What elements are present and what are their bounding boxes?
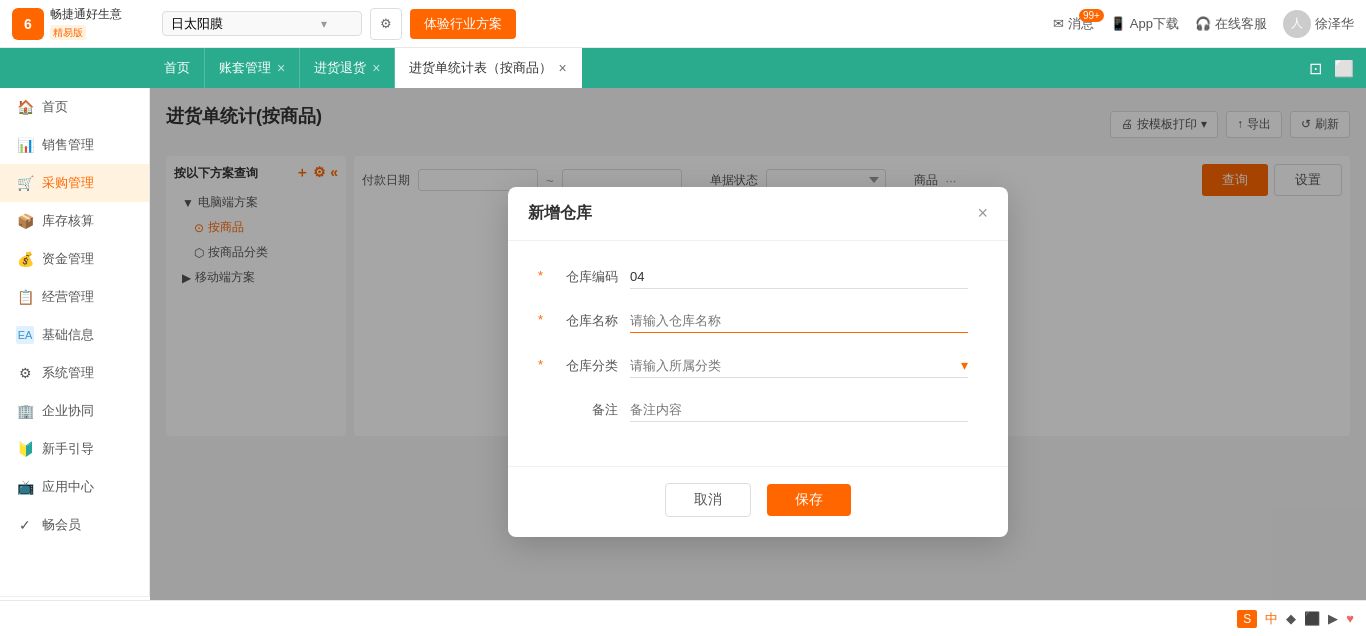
category-select-wrap: ▾	[630, 353, 968, 378]
phone-icon: 📱	[1110, 16, 1126, 31]
tab-accounts-close[interactable]: ×	[277, 60, 285, 76]
sidebar-item-basic[interactable]: EA 基础信息	[0, 316, 149, 354]
sidebar-item-sales[interactable]: 📊 销售管理	[0, 126, 149, 164]
app-download-btn[interactable]: 📱 App下载	[1110, 15, 1179, 33]
inventory-icon: 📦	[16, 212, 34, 230]
bottom-bar: S 中 ◆ ⬛ ▶ ♥	[0, 600, 1366, 636]
avatar: 人	[1283, 10, 1311, 38]
purchase-icon: 🛒	[16, 174, 34, 192]
form-row-category: 仓库分类 ▾	[548, 353, 968, 378]
bottom-icon-1[interactable]: 中	[1265, 610, 1278, 628]
category-label: 仓库分类	[548, 357, 618, 375]
note-input[interactable]	[630, 398, 968, 422]
bottom-icons: S 中 ◆ ⬛ ▶ ♥	[1237, 610, 1354, 628]
top-header: 6 畅捷通好生意 精易版 ▾ ⚙ 体验行业方案 ✉ 消息 99+ 📱 App下载…	[0, 0, 1366, 48]
content-area: 进货单统计(按商品) 🖨 按模板打印 ▾ ↑ 导出 ↺ 刷新	[150, 88, 1366, 636]
sidebar-item-purchase[interactable]: 🛒 采购管理	[0, 164, 149, 202]
online-service-btn[interactable]: 🎧 在线客服	[1195, 15, 1267, 33]
tab-purchase-return-close[interactable]: ×	[372, 60, 380, 76]
modal-footer: 取消 保存	[508, 466, 1008, 537]
bottom-icon-5[interactable]: ♥	[1346, 611, 1354, 626]
messages-btn[interactable]: ✉ 消息 99+	[1053, 15, 1094, 33]
modal-header: 新增仓库 ×	[508, 187, 1008, 241]
header-search-box[interactable]: ▾	[162, 11, 362, 36]
settings-icon-btn[interactable]: ⚙	[370, 8, 402, 40]
sidebar-item-finance[interactable]: 💰 资金管理	[0, 240, 149, 278]
tab-restore-btn[interactable]: ⊡	[1305, 55, 1326, 82]
header-right: ✉ 消息 99+ 📱 App下载 🎧 在线客服 人 徐泽华	[1053, 10, 1354, 38]
tab-bar: 首页 账套管理 × 进货退货 × 进货单统计表（按商品） × ⊡ ⬜	[0, 48, 1366, 88]
modal-close-btn[interactable]: ×	[977, 203, 988, 224]
category-input[interactable]	[630, 358, 961, 373]
logo-area: 6 畅捷通好生意 精易版	[12, 7, 162, 40]
finance-icon: 💰	[16, 250, 34, 268]
tab-purchase-return[interactable]: 进货退货 ×	[300, 48, 395, 88]
modal-body: 仓库编码 仓库名称 仓库分类 ▾	[508, 241, 1008, 466]
tab-purchase-stats[interactable]: 进货单统计表（按商品） ×	[395, 48, 581, 88]
note-label: 备注	[548, 401, 618, 419]
tab-expand-btn[interactable]: ⬜	[1330, 55, 1358, 82]
apps-icon: 📺	[16, 478, 34, 496]
form-row-code: 仓库编码	[548, 265, 968, 289]
header-search-input[interactable]	[171, 16, 321, 31]
tab-purchase-stats-close[interactable]: ×	[558, 60, 566, 76]
code-input[interactable]	[630, 265, 968, 289]
vip-icon: ✓	[16, 516, 34, 534]
form-row-name: 仓库名称	[548, 309, 968, 333]
sidebar-item-guide[interactable]: 🔰 新手引导	[0, 430, 149, 468]
trial-button[interactable]: 体验行业方案	[410, 9, 516, 39]
cancel-button[interactable]: 取消	[665, 483, 751, 517]
tab-home[interactable]: 首页	[150, 48, 205, 88]
user-menu-btn[interactable]: 人 徐泽华	[1283, 10, 1354, 38]
new-warehouse-modal: 新增仓库 × 仓库编码 仓库名称	[508, 187, 1008, 537]
headset-icon: 🎧	[1195, 16, 1211, 31]
collab-icon: 🏢	[16, 402, 34, 420]
sidebar-item-apps[interactable]: 📺 应用中心	[0, 468, 149, 506]
logo-text: 畅捷通好生意 精易版	[50, 7, 122, 40]
save-button[interactable]: 保存	[767, 484, 851, 516]
operation-icon: 📋	[16, 288, 34, 306]
tab-actions: ⊡ ⬜	[1305, 55, 1366, 82]
guide-icon: 🔰	[16, 440, 34, 458]
name-label: 仓库名称	[548, 312, 618, 330]
basic-info-icon: EA	[16, 326, 34, 344]
bottom-icon-3[interactable]: ⬛	[1304, 611, 1320, 626]
sidebar-item-collab[interactable]: 🏢 企业协同	[0, 392, 149, 430]
sidebar-item-vip[interactable]: ✓ 畅会员	[0, 506, 149, 544]
tab-accounts[interactable]: 账套管理 ×	[205, 48, 300, 88]
sidebar-item-system[interactable]: ⚙ 系统管理	[0, 354, 149, 392]
search-dropdown-icon[interactable]: ▾	[321, 17, 327, 31]
sidebar: 🏠 首页 📊 销售管理 🛒 采购管理 📦 库存核算 💰 资金管理 📋 经营管理 …	[0, 88, 150, 636]
bottom-icon-2[interactable]: ◆	[1286, 611, 1296, 626]
form-row-note: 备注	[548, 398, 968, 422]
notification-badge: 99+	[1079, 9, 1104, 22]
system-icon: ⚙	[16, 364, 34, 382]
modal-overlay: 新增仓库 × 仓库编码 仓库名称	[150, 88, 1366, 636]
category-dropdown-icon[interactable]: ▾	[961, 357, 968, 373]
bottom-icon-4[interactable]: ▶	[1328, 611, 1338, 626]
main-layout: 🏠 首页 📊 销售管理 🛒 采购管理 📦 库存核算 💰 资金管理 📋 经营管理 …	[0, 88, 1366, 636]
sales-icon: 📊	[16, 136, 34, 154]
name-input[interactable]	[630, 309, 968, 333]
message-icon: ✉	[1053, 16, 1064, 31]
modal-title: 新增仓库	[528, 203, 592, 224]
code-label: 仓库编码	[548, 268, 618, 286]
home-icon: 🏠	[16, 98, 34, 116]
sidebar-item-operation[interactable]: 📋 经营管理	[0, 278, 149, 316]
sidebar-item-inventory[interactable]: 📦 库存核算	[0, 202, 149, 240]
sidebar-item-home[interactable]: 🏠 首页	[0, 88, 149, 126]
bottom-brand-icon: S	[1237, 610, 1257, 628]
logo-icon: 6	[12, 8, 44, 40]
